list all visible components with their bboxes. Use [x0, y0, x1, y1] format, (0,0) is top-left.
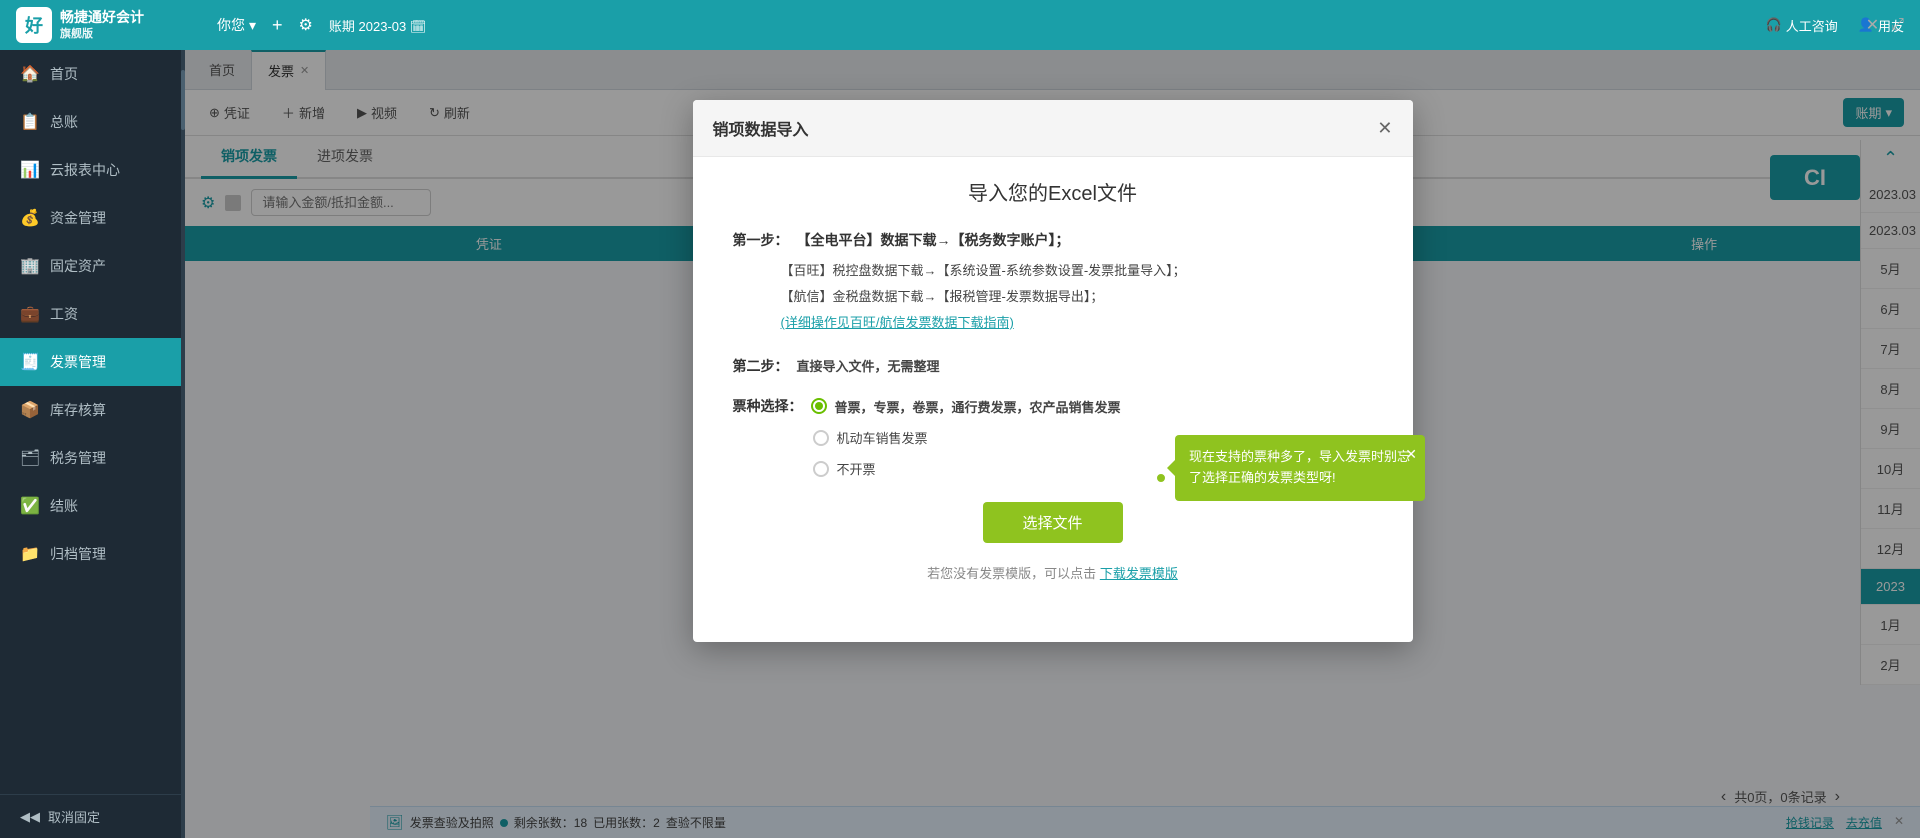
main-layout: 🏠 首页 📋 总账 📊 云报表中心 💰 资金管理 🏢 固定资产 💼 工资: [0, 50, 1920, 838]
logo-area: 好 畅捷通好会计 旗舰版: [16, 7, 201, 43]
home-icon: 🏠: [20, 64, 40, 84]
settings-icon[interactable]: ⚙: [299, 15, 313, 35]
tooltip-bubble: ✕ 现在支持的票种多了，导入发票时别忘了选择正确的发票类型呀!: [1175, 435, 1425, 501]
download-template-link[interactable]: 下载发票模版: [1100, 566, 1178, 581]
sidebar-item-label: 资金管理: [50, 208, 106, 228]
add-icon[interactable]: +: [272, 15, 283, 36]
sidebar-item-label: 发票管理: [50, 352, 106, 372]
sidebar-item-label: 结账: [50, 496, 78, 516]
select-file-button[interactable]: 选择文件: [983, 502, 1123, 543]
inventory-icon: 📦: [20, 400, 40, 420]
tax-icon: 🗂: [20, 448, 40, 468]
modal-header: 销项数据导入 ✕: [693, 100, 1413, 157]
close-window-button[interactable]: ✕: [1866, 15, 1879, 35]
logo-name: 畅捷通好会计: [60, 9, 144, 26]
sidebar-item-fund[interactable]: 💰 资金管理: [0, 194, 185, 242]
radio-option-0[interactable]: 普票，专票，卷票，通行费发票，农产品销售发票: [811, 396, 1121, 416]
sidebar-item-label: 归档管理: [50, 544, 106, 564]
ticket-label: 票种选择： 普票，专票，卷票，通行费发票，农产品销售发票: [733, 396, 1373, 416]
archive-icon: 📁: [20, 544, 40, 564]
sidebar-item-label: 税务管理: [50, 448, 106, 468]
sidebar-item-settle[interactable]: ✅ 结账: [0, 482, 185, 530]
step1-line0: 【全电平台】数据下载→【税务数字账户】；: [797, 230, 1070, 250]
content-area: 首页 发票 ✕ ⊕ 凭证 ＋ 新增 ▶ 视频 ↻ 刷新: [185, 50, 1920, 838]
step1-content: 【百旺】税控盘数据下载→【系统设置-系统参数设置-发票批量导入】； 【航信】金税…: [781, 258, 1373, 336]
maximize-window-button[interactable]: ⤢: [1891, 16, 1904, 34]
logo-icon: 好: [16, 7, 52, 43]
ai-consult-btn[interactable]: 🎧 人工咨询: [1766, 16, 1838, 35]
step1-guide-link[interactable]: (详细操作见百旺/航信发票数据下载指南): [781, 315, 1014, 330]
chevron-down-icon: ▾: [249, 17, 256, 34]
step2-title: 第二步： 直接导入文件，无需整理: [733, 356, 1373, 376]
period-label: 账期 2023-03 🗓: [329, 16, 426, 35]
modal-body: 导入您的Excel文件 第一步： 【全电平台】数据下载→【税务数字账户】； 【百…: [693, 157, 1413, 602]
headphone-icon: 🎧: [1766, 17, 1782, 33]
step1-line2: 【航信】金税盘数据下载→【报税管理-发票数据导出】；: [781, 284, 1373, 310]
sidebar-item-invoice[interactable]: 🧾 发票管理: [0, 338, 185, 386]
sidebar-item-label: 工资: [50, 304, 78, 324]
radio-dot-0: [815, 402, 823, 410]
settle-icon: ✅: [20, 496, 40, 516]
window-controls: ✕ ⤢: [1850, 0, 1920, 50]
sidebar-item-salary[interactable]: 💼 工资: [0, 290, 185, 338]
radio-circle-0: [811, 398, 827, 414]
sidebar-item-label: 云报表中心: [50, 160, 120, 180]
modal-title: 销项数据导入: [713, 116, 809, 140]
header-icons: + ⚙ 账期 2023-03 🗓: [272, 15, 426, 36]
header-middle: 你您 ▾ + ⚙ 账期 2023-03 🗓: [201, 15, 1766, 36]
sidebar-item-archive[interactable]: 📁 归档管理: [0, 530, 185, 578]
sidebar-item-label: 首页: [50, 64, 78, 84]
step1-section: 第一步： 【全电平台】数据下载→【税务数字账户】； 【百旺】税控盘数据下载→【系…: [733, 230, 1373, 336]
tooltip-text: 现在支持的票种多了，导入发票时别忘了选择正确的发票类型呀!: [1189, 449, 1410, 485]
sidebar: 🏠 首页 📋 总账 📊 云报表中心 💰 资金管理 🏢 固定资产 💼 工资: [0, 50, 185, 838]
fixed-assets-icon: 🏢: [20, 256, 40, 276]
sidebar-item-home[interactable]: 🏠 首页: [0, 50, 185, 98]
sidebar-item-ledger[interactable]: 📋 总账: [0, 98, 185, 146]
step1-line1: 【百旺】税控盘数据下载→【系统设置-系统参数设置-发票批量导入】；: [781, 258, 1373, 284]
sidebar-cancel-pin[interactable]: ◀◀ 取消固定: [0, 794, 185, 838]
fund-icon: 💰: [20, 208, 40, 228]
cloud-report-icon: 📊: [20, 160, 40, 180]
sidebar-item-tax[interactable]: 🗂 税务管理: [0, 434, 185, 482]
step2-section: 第二步： 直接导入文件，无需整理: [733, 356, 1373, 376]
tooltip-dot: [1155, 472, 1167, 484]
tooltip-close-button[interactable]: ✕: [1405, 443, 1417, 465]
step2-content: 直接导入文件，无需整理: [797, 356, 940, 375]
sidebar-item-label: 固定资产: [50, 256, 106, 276]
modal-footer: 若您没有发票模版，可以点击 下载发票模版: [733, 563, 1373, 582]
company-name[interactable]: 你您 ▾: [217, 15, 256, 35]
salary-icon: 💼: [20, 304, 40, 324]
modal-close-button[interactable]: ✕: [1377, 119, 1392, 137]
sidebar-item-label: 总账: [50, 112, 78, 132]
sidebar-item-inventory[interactable]: 📦 库存核算: [0, 386, 185, 434]
radio-circle-2: [813, 461, 829, 477]
import-modal: 销项数据导入 ✕ 导入您的Excel文件 第一步： 【全电平台】数据下载→【税务…: [693, 100, 1413, 642]
modal-import-title: 导入您的Excel文件: [733, 177, 1373, 206]
step1-title: 第一步： 【全电平台】数据下载→【税务数字账户】；: [733, 230, 1373, 250]
invoice-icon: 🧾: [20, 352, 40, 372]
sidebar-item-cloud-report[interactable]: 📊 云报表中心: [0, 146, 185, 194]
sidebar-item-fixed-assets[interactable]: 🏢 固定资产: [0, 242, 185, 290]
sidebar-scroll: 🏠 首页 📋 总账 📊 云报表中心 💰 资金管理 🏢 固定资产 💼 工资: [0, 50, 185, 794]
ledger-icon: 📋: [20, 112, 40, 132]
top-header: 好 畅捷通好会计 旗舰版 你您 ▾ + ⚙ 账期 2023-03 🗓 🎧 人工咨…: [0, 0, 1920, 50]
logo-sub: 旗舰版: [60, 25, 144, 41]
radio-circle-1: [813, 430, 829, 446]
pin-icon: ◀◀: [20, 809, 40, 825]
sidebar-item-label: 库存核算: [50, 400, 106, 420]
